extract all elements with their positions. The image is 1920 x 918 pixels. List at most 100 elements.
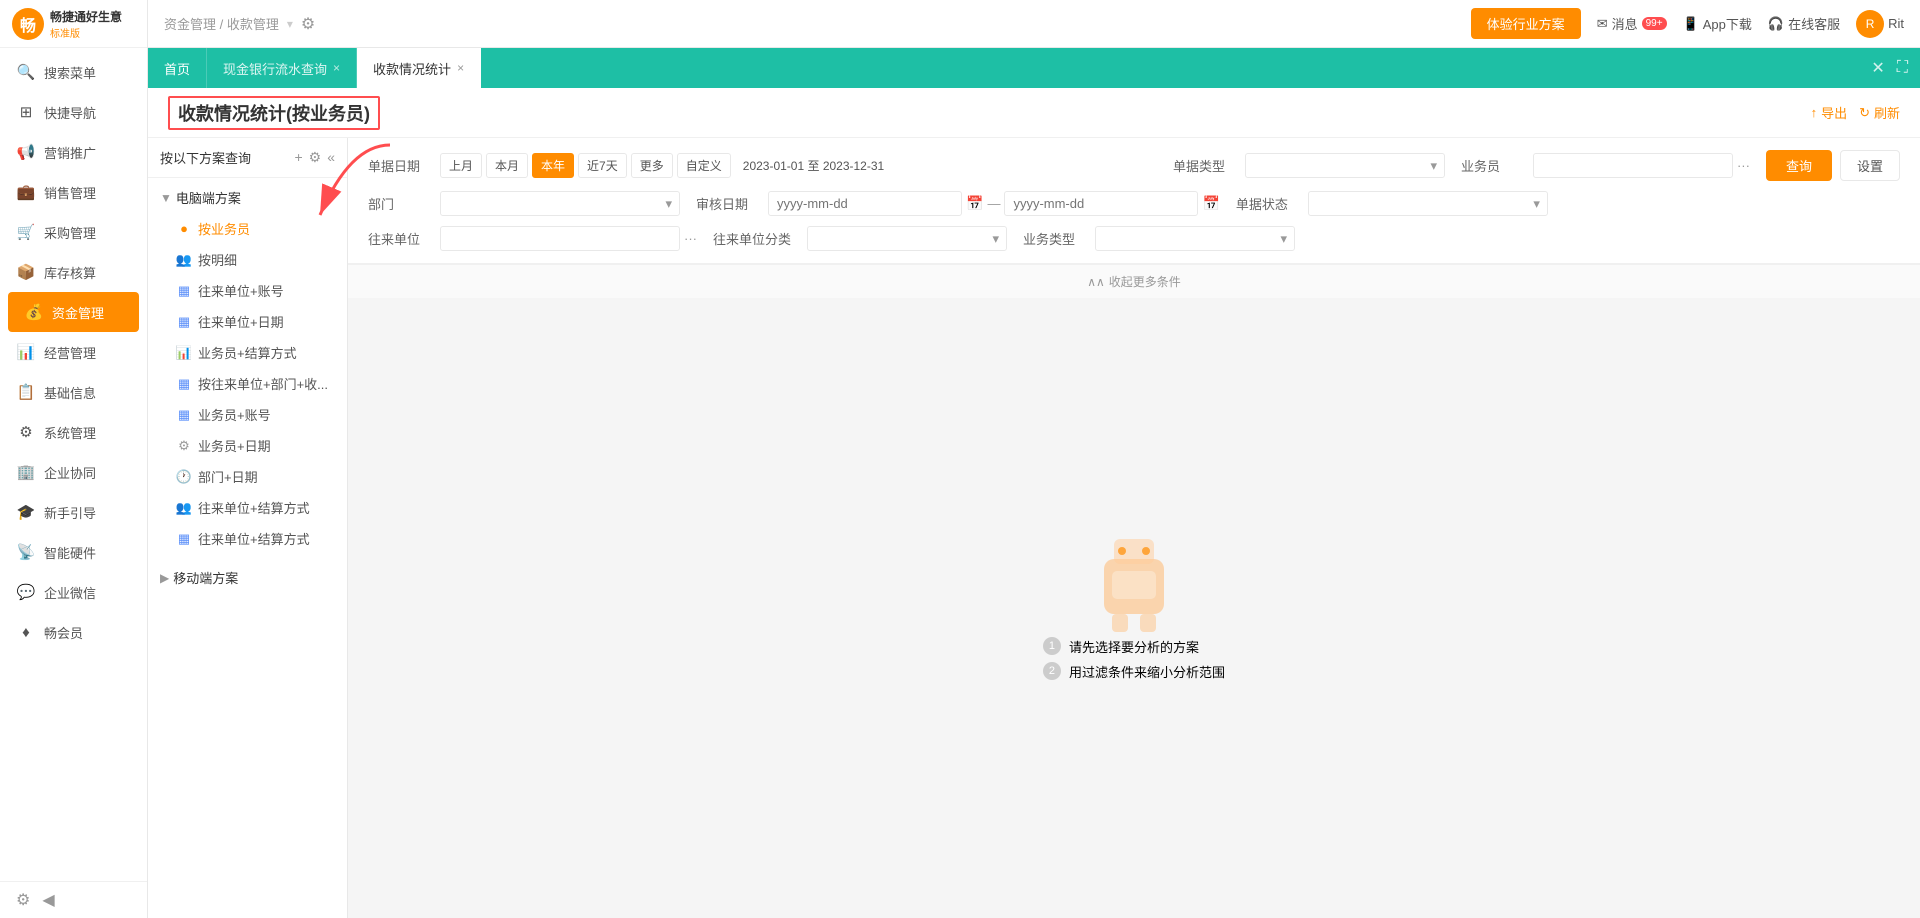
sidebar-item-inventory[interactable]: 📦 库存核算 (0, 252, 147, 292)
sidebar-item-quick-nav[interactable]: ⊞ 快捷导航 (0, 92, 147, 132)
sidebar-item-finance[interactable]: 💰 资金管理 (8, 292, 139, 332)
review-date-start[interactable] (768, 191, 962, 216)
tree-item-by-salesman[interactable]: ● 按业务员 (148, 213, 347, 244)
footer-collapse-icon[interactable]: ◀ (42, 890, 54, 910)
tree-mobile-header[interactable]: ▶ 移动端方案 (148, 562, 347, 593)
partner-more-icon[interactable]: ··· (684, 231, 697, 246)
tree-desktop-header[interactable]: ▼ 电脑端方案 (148, 182, 347, 213)
guide-icon: 🎓 (16, 502, 36, 522)
page-actions: ↑ 导出 ↻ 刷新 (1811, 103, 1900, 122)
sidebar-item-smart-hw[interactable]: 📡 智能硬件 (0, 532, 147, 572)
sidebar-item-operation[interactable]: 📊 经营管理 (0, 332, 147, 372)
date-btn-this-month[interactable]: 本月 (486, 153, 528, 178)
date-btn-7days[interactable]: 近7天 (578, 153, 627, 178)
export-btn[interactable]: ↑ 导出 (1811, 103, 1848, 122)
sidebar-item-sales[interactable]: 💼 销售管理 (0, 172, 147, 212)
sidebar-item-wechat[interactable]: 💬 企业微信 (0, 572, 147, 612)
dept-select[interactable] (440, 191, 680, 216)
tab-window-expand-icon[interactable]: ⛶ (1897, 59, 1908, 77)
sidebar-item-marketing[interactable]: 📢 营销推广 (0, 132, 147, 172)
biz-type-select-wrap (1095, 226, 1295, 251)
partner-category-select[interactable] (807, 226, 1007, 251)
date-btn-more[interactable]: 更多 (631, 153, 673, 178)
filter-row-3: 往来单位 ··· 往来单位分类 业务类型 (368, 226, 1900, 251)
message-btn[interactable]: ✉ 消息 99+ (1597, 14, 1667, 33)
sidebar-item-search-menu[interactable]: 🔍 搜索菜单 (0, 52, 147, 92)
footer-settings-icon[interactable]: ⚙ (16, 890, 30, 910)
biz-type-select[interactable] (1095, 226, 1295, 251)
breadcrumb: 资金管理 / 收款管理 (164, 14, 279, 33)
date-btn-this-year[interactable]: 本年 (532, 153, 574, 178)
app-logo: 畅 畅捷通好生意 标准版 (0, 0, 147, 48)
biz-type-label: 业务类型 (1023, 229, 1079, 248)
sidebar-item-purchase[interactable]: 🛒 采购管理 (0, 212, 147, 252)
app-download-btn[interactable]: 📱 App下载 (1683, 14, 1752, 33)
tree-item-partner-dept-receipt[interactable]: ▦ 按往来单位+部门+收... (148, 368, 347, 399)
refresh-btn[interactable]: ↻ 刷新 (1859, 103, 1900, 122)
salesman-more-icon[interactable]: ··· (1737, 158, 1750, 173)
tree-item-dept-date[interactable]: 🕐 部门+日期 (148, 461, 347, 492)
content-area: 按以下方案查询 + ⚙ « ▼ 电脑端方案 ● 按业务员 👥 按 (148, 138, 1920, 918)
salesman-input[interactable] (1533, 153, 1733, 178)
empty-tip-2: 用过滤条件来缩小分析范围 (1069, 662, 1225, 681)
tree-desktop-group: ▼ 电脑端方案 ● 按业务员 👥 按明细 ▦ 往来单位+账号 ▦ 往来单位 (148, 178, 347, 558)
tree-item-partner-settlement2[interactable]: ▦ 往来单位+结算方式 (148, 523, 347, 554)
review-date-start-calendar-icon[interactable]: 📅 (966, 195, 983, 212)
tab-bank-flow[interactable]: 现金银行流水查询 × (207, 48, 357, 88)
collapse-bar[interactable]: ∧∧ 收起更多条件 (348, 264, 1920, 298)
date-dash: — (987, 196, 1000, 211)
salesman-label: 业务员 (1461, 156, 1517, 175)
query-btn[interactable]: 查询 (1766, 150, 1832, 181)
partner-label: 往来单位 (368, 229, 424, 248)
tree-item-by-detail[interactable]: 👥 按明细 (148, 244, 347, 275)
partner-input[interactable] (440, 226, 680, 251)
finance-icon: 💰 (24, 302, 44, 322)
empty-tip-1: 请先选择要分析的方案 (1069, 637, 1199, 656)
tree-mobile-group: ▶ 移动端方案 (148, 558, 347, 597)
app-download-icon: 📱 (1683, 16, 1699, 32)
tree-item-salesman-settlement[interactable]: 📊 业务员+结算方式 (148, 337, 347, 368)
sidebar-item-member[interactable]: ♦ 畅会员 (0, 612, 147, 652)
sidebar-item-guide[interactable]: 🎓 新手引导 (0, 492, 147, 532)
empty-step-2: 2 用过滤条件来缩小分析范围 (1043, 662, 1225, 681)
tab-bank-flow-close-icon[interactable]: × (333, 61, 340, 75)
settings-btn[interactable]: 设置 (1840, 150, 1900, 181)
topbar-right: 体验行业方案 ✉ 消息 99+ 📱 App下载 🎧 在线客服 R Rit (1471, 8, 1904, 39)
date-btn-custom[interactable]: 自定义 (677, 153, 731, 178)
sidebar-item-system[interactable]: ⚙ 系统管理 (0, 412, 147, 452)
panel-collapse-btn[interactable]: « (327, 149, 335, 166)
tree-item-salesman-account[interactable]: ▦ 业务员+账号 (148, 399, 347, 430)
tab-home[interactable]: 首页 (148, 48, 207, 88)
tab-window-close-icon[interactable]: ✕ (1871, 58, 1884, 78)
sidebar-item-enterprise[interactable]: 🏢 企业协同 (0, 452, 147, 492)
sidebar-footer: ⚙ ◀ (0, 881, 147, 918)
empty-step-1: 1 请先选择要分析的方案 (1043, 637, 1225, 656)
trial-btn[interactable]: 体验行业方案 (1471, 8, 1581, 39)
tab-receipt-stats-close-icon[interactable]: × (457, 61, 464, 75)
empty-robot-illustration (1084, 529, 1184, 629)
review-date-end[interactable] (1004, 191, 1198, 216)
salesman-account-icon: ▦ (176, 407, 192, 423)
review-date-end-calendar-icon[interactable]: 📅 (1202, 195, 1219, 212)
doc-type-select[interactable] (1245, 153, 1445, 178)
panel-settings-btn[interactable]: ⚙ (309, 149, 322, 166)
doc-type-select-wrap (1245, 153, 1445, 178)
tree-item-partner-date[interactable]: ▦ 往来单位+日期 (148, 306, 347, 337)
tree-item-partner-account[interactable]: ▦ 往来单位+账号 (148, 275, 347, 306)
system-icon: ⚙ (16, 422, 36, 442)
topbar-gear-icon[interactable]: ⚙ (301, 14, 315, 34)
salesman-settlement-icon: 📊 (176, 345, 192, 361)
doc-status-select-wrap (1308, 191, 1548, 216)
tree-item-partner-settlement1[interactable]: 👥 往来单位+结算方式 (148, 492, 347, 523)
date-btn-last-month[interactable]: 上月 (440, 153, 482, 178)
step-num-2: 2 (1043, 662, 1061, 680)
online-service-btn[interactable]: 🎧 在线客服 (1768, 14, 1840, 33)
sidebar-item-basic-info[interactable]: 📋 基础信息 (0, 372, 147, 412)
panel-add-btn[interactable]: + (294, 149, 302, 166)
tab-receipt-stats[interactable]: 收款情况统计 × (357, 48, 481, 88)
user-avatar[interactable]: R Rit (1856, 10, 1904, 38)
doc-status-select[interactable] (1308, 191, 1548, 216)
refresh-icon: ↻ (1859, 105, 1870, 121)
tree-expand-icon: ▼ (160, 191, 172, 205)
tree-item-salesman-date[interactable]: ⚙ 业务员+日期 (148, 430, 347, 461)
